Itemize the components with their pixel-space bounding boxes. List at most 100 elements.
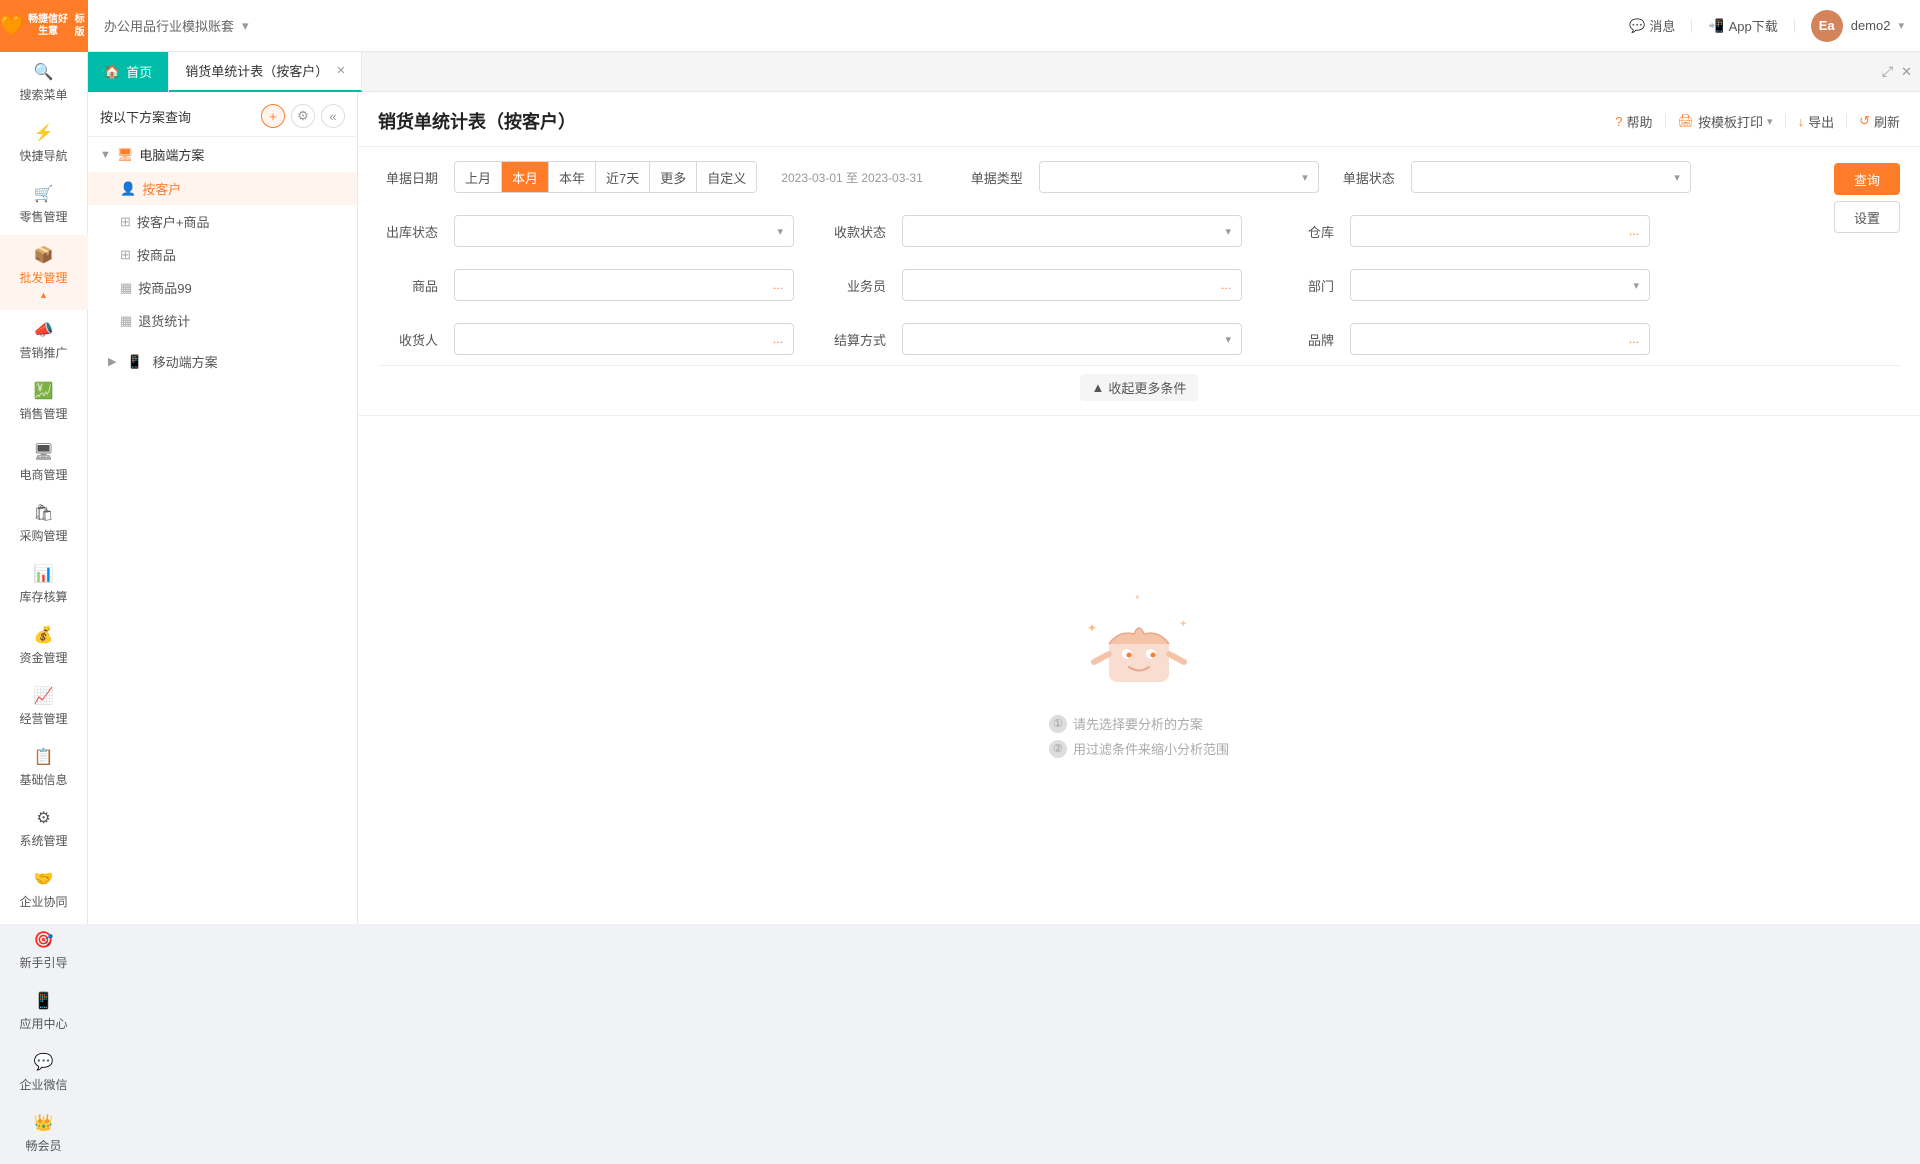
scheme-item-product-99[interactable]: ▦ 按商品99 — [88, 271, 357, 304]
receiver-select[interactable]: ... — [454, 323, 794, 355]
salesperson-label: 业务员 — [826, 276, 886, 295]
sidebar-label-vip: 畅会员 — [25, 1137, 61, 1154]
folder-icon: 🖥 — [117, 147, 134, 163]
collapse-icon: ▲ — [1092, 380, 1105, 395]
mobile-group-label: 移动端方案 — [153, 352, 218, 371]
tab-maximize-btn[interactable]: ⤢ — [1882, 63, 1893, 80]
sidebar-item-inventory[interactable]: 📊 库存核算 — [0, 554, 88, 615]
doc-status-select[interactable]: ▾ — [1411, 161, 1691, 193]
sidebar-item-quick-nav[interactable]: ⚡ 快捷导航 — [0, 113, 88, 174]
sidebar-label-quicknav: 快捷导航 — [19, 147, 67, 164]
left-panel-actions: + ⚙ « — [261, 104, 345, 128]
scheme-item-by-customer[interactable]: 👤 按客户 — [88, 172, 357, 205]
settlement-select[interactable]: ▾ — [902, 323, 1242, 355]
scheme-group-desktop-title[interactable]: ▼ 🖥 电脑端方案 — [88, 137, 357, 172]
sidebar-item-newbie[interactable]: 🎯 新手引导 — [0, 920, 88, 981]
sidebar-item-purchase[interactable]: 🛍 采购管理 — [0, 493, 88, 554]
add-scheme-btn[interactable]: + — [261, 104, 285, 128]
settings-scheme-btn[interactable]: ⚙ — [291, 104, 315, 128]
operations-icon: 📈 — [34, 686, 54, 706]
sidebar-label-search: 搜索菜单 — [19, 86, 67, 103]
svg-text:✦: ✦ — [1087, 621, 1097, 635]
marketing-icon: 📣 — [34, 320, 54, 340]
sidebar-item-wechat[interactable]: 💬 企业微信 — [0, 1042, 88, 1103]
sidebar-item-vip[interactable]: 👑 畅会员 — [0, 1103, 88, 1164]
app-download-btn[interactable]: 📲 App下载 — [1708, 16, 1777, 35]
sidebar-item-retail[interactable]: 🛒 零售管理 — [0, 174, 88, 235]
refresh-btn[interactable]: ↺ 刷新 — [1859, 112, 1900, 131]
sidebar-item-system[interactable]: ⚙ 系统管理 — [0, 798, 88, 859]
warehouse-more[interactable]: ... — [1629, 224, 1639, 238]
scheme-item-by-product[interactable]: ⊞ 按商品 — [88, 238, 357, 271]
tab-sales-stat[interactable]: 销货单统计表（按客户） ✕ — [169, 52, 362, 92]
tab-home[interactable]: 🏠 首页 — [88, 52, 169, 92]
settings-button[interactable]: 设置 — [1834, 201, 1900, 233]
doc-status-arrow: ▾ — [1674, 171, 1680, 184]
salesperson-more[interactable]: ... — [1221, 278, 1231, 292]
message-btn[interactable]: 💬 消息 — [1629, 16, 1675, 35]
product-more[interactable]: ... — [773, 278, 783, 292]
scheme-item-product-label: 按商品 — [137, 245, 176, 264]
outbound-select[interactable]: ▾ — [454, 215, 794, 247]
sidebar-item-wholesale[interactable]: 📦 批发管理 ▲ — [0, 235, 88, 310]
warehouse-select[interactable]: ... — [1350, 215, 1650, 247]
payment-select[interactable]: ▾ — [902, 215, 1242, 247]
query-button[interactable]: 查询 — [1834, 163, 1900, 195]
date-btn-this-year[interactable]: 本年 — [549, 161, 596, 193]
help-btn[interactable]: ? 帮助 — [1615, 112, 1652, 131]
department-select[interactable]: ▾ — [1350, 269, 1650, 301]
header-right: 💬 消息 📲 App下载 Ea demo2 ▾ — [1629, 10, 1904, 42]
empty-tip-2: ② 用过滤条件来缩小分析范围 — [1049, 739, 1229, 758]
sidebar-item-operations[interactable]: 📈 经营管理 — [0, 676, 88, 737]
receiver-more[interactable]: ... — [773, 332, 783, 346]
collapse-label: 收起更多条件 — [1108, 378, 1186, 397]
date-btn-7days[interactable]: 近7天 — [596, 161, 650, 193]
sidebar-item-marketing[interactable]: 📣 营销推广 — [0, 310, 88, 371]
tab-bar: 🏠 首页 销货单统计表（按客户） ✕ ⤢ ✕ — [88, 52, 1920, 92]
date-label: 单据日期 — [378, 168, 438, 187]
sidebar-label-marketing: 营销推广 — [19, 344, 67, 361]
scheme-item-customer-label: 按客户 — [142, 179, 181, 198]
finance-icon: 💰 — [34, 625, 54, 645]
sidebar-item-ecommerce[interactable]: 🖥 电商管理 — [0, 432, 88, 493]
sidebar-label-wechat: 企业微信 — [19, 1076, 67, 1093]
grid-icon-2: ⊞ — [120, 247, 131, 263]
export-btn[interactable]: ↓ 导出 — [1798, 112, 1835, 131]
scheme-group-mobile-title[interactable]: ▶ 📱 移动端方案 — [88, 345, 357, 378]
collapse-btn[interactable]: ▲ 收起更多条件 — [1080, 374, 1199, 401]
app-logo: 🧡 畅捷信好生意 标版 — [0, 0, 88, 52]
print-btn[interactable]: 🖨 按模板打印 ▾ — [1678, 112, 1773, 131]
date-btn-this-month[interactable]: 本月 — [502, 161, 549, 193]
sidebar-item-basic[interactable]: 📋 基础信息 — [0, 737, 88, 798]
breadcrumb-dropdown-icon[interactable]: ▾ — [242, 18, 249, 34]
sidebar-item-enterprise[interactable]: 🤝 企业协同 — [0, 859, 88, 920]
mobile-group-arrow: ▶ — [108, 355, 116, 368]
sidebar-item-finance[interactable]: 💰 资金管理 — [0, 615, 88, 676]
brand-more[interactable]: ... — [1629, 332, 1639, 346]
date-btn-custom[interactable]: 自定义 — [697, 161, 756, 193]
date-btn-more[interactable]: 更多 — [650, 161, 697, 193]
sidebar-label-appcenter: 应用中心 — [19, 1015, 67, 1032]
product-select[interactable]: ... — [454, 269, 794, 301]
sidebar-item-sales[interactable]: 💹 销售管理 — [0, 371, 88, 432]
export-label: 导出 — [1808, 112, 1834, 131]
doc-type-select[interactable]: ▾ — [1039, 161, 1319, 193]
vip-icon: 👑 — [34, 1113, 54, 1133]
sidebar-item-search[interactable]: 🔍 搜索菜单 — [0, 52, 88, 113]
scheme-item-customer-product[interactable]: ⊞ 按客户+商品 — [88, 205, 357, 238]
sidebar-item-app-center[interactable]: 📱 应用中心 — [0, 981, 88, 1042]
tab-close-all-btn[interactable]: ✕ — [1901, 64, 1912, 80]
page-title-bar: 销货单统计表（按客户） ? 帮助 🖨 按模板打印 ▾ ↓ — [358, 92, 1920, 147]
message-label: 消息 — [1649, 16, 1675, 35]
salesperson-select[interactable]: ... — [902, 269, 1242, 301]
collapse-panel-btn[interactable]: « — [321, 104, 345, 128]
scheme-item-return-stat[interactable]: ▦ 退货统计 — [88, 304, 357, 337]
filter-row-3: 商品 ... 业务员 ... 部门 — [378, 269, 1818, 301]
sidebar-label-finance: 资金管理 — [19, 649, 67, 666]
user-menu[interactable]: Ea demo2 ▾ — [1811, 10, 1904, 42]
sidebar-label-newbie: 新手引导 — [19, 954, 67, 971]
date-btn-last-month[interactable]: 上月 — [455, 161, 502, 193]
tab-close-icon[interactable]: ✕ — [336, 64, 345, 77]
username: demo2 — [1851, 18, 1891, 33]
brand-select[interactable]: ... — [1350, 323, 1650, 355]
